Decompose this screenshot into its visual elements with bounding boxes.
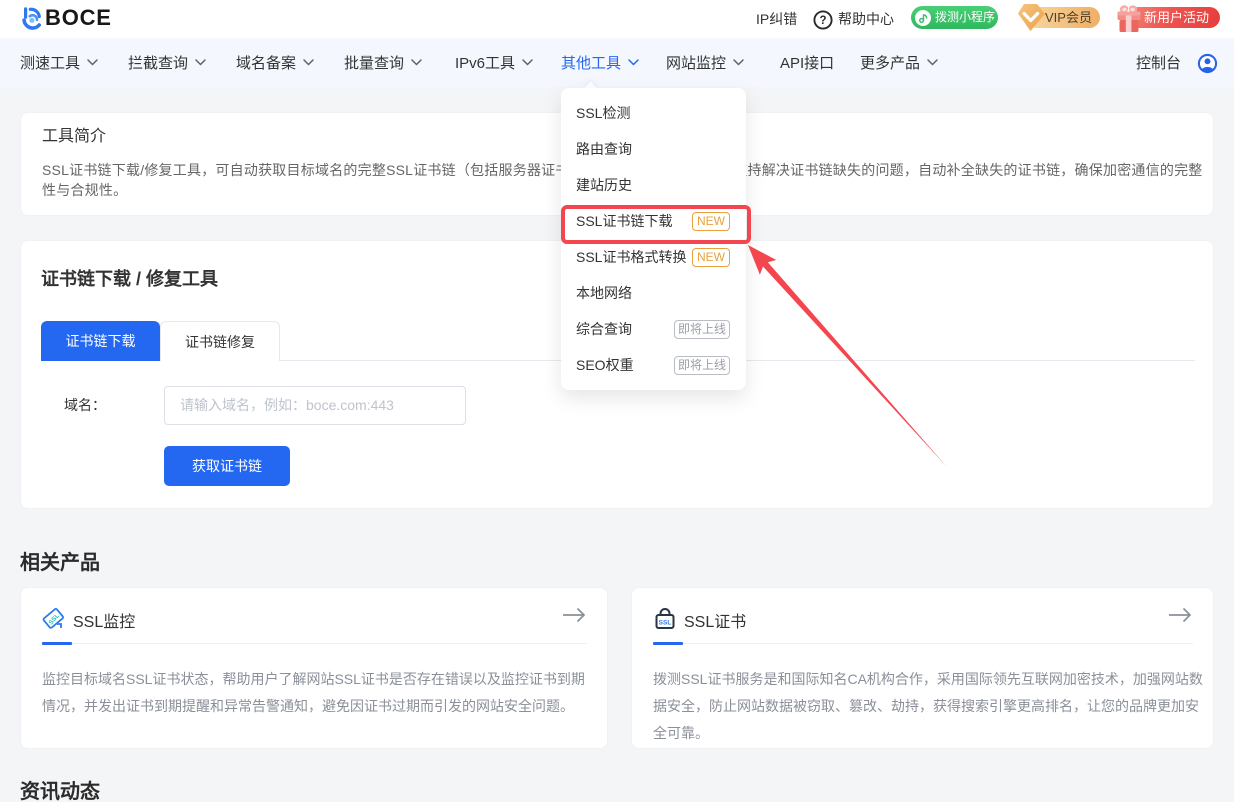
svg-text:SSL: SSL — [659, 619, 672, 626]
svg-text:?: ? — [819, 15, 826, 27]
